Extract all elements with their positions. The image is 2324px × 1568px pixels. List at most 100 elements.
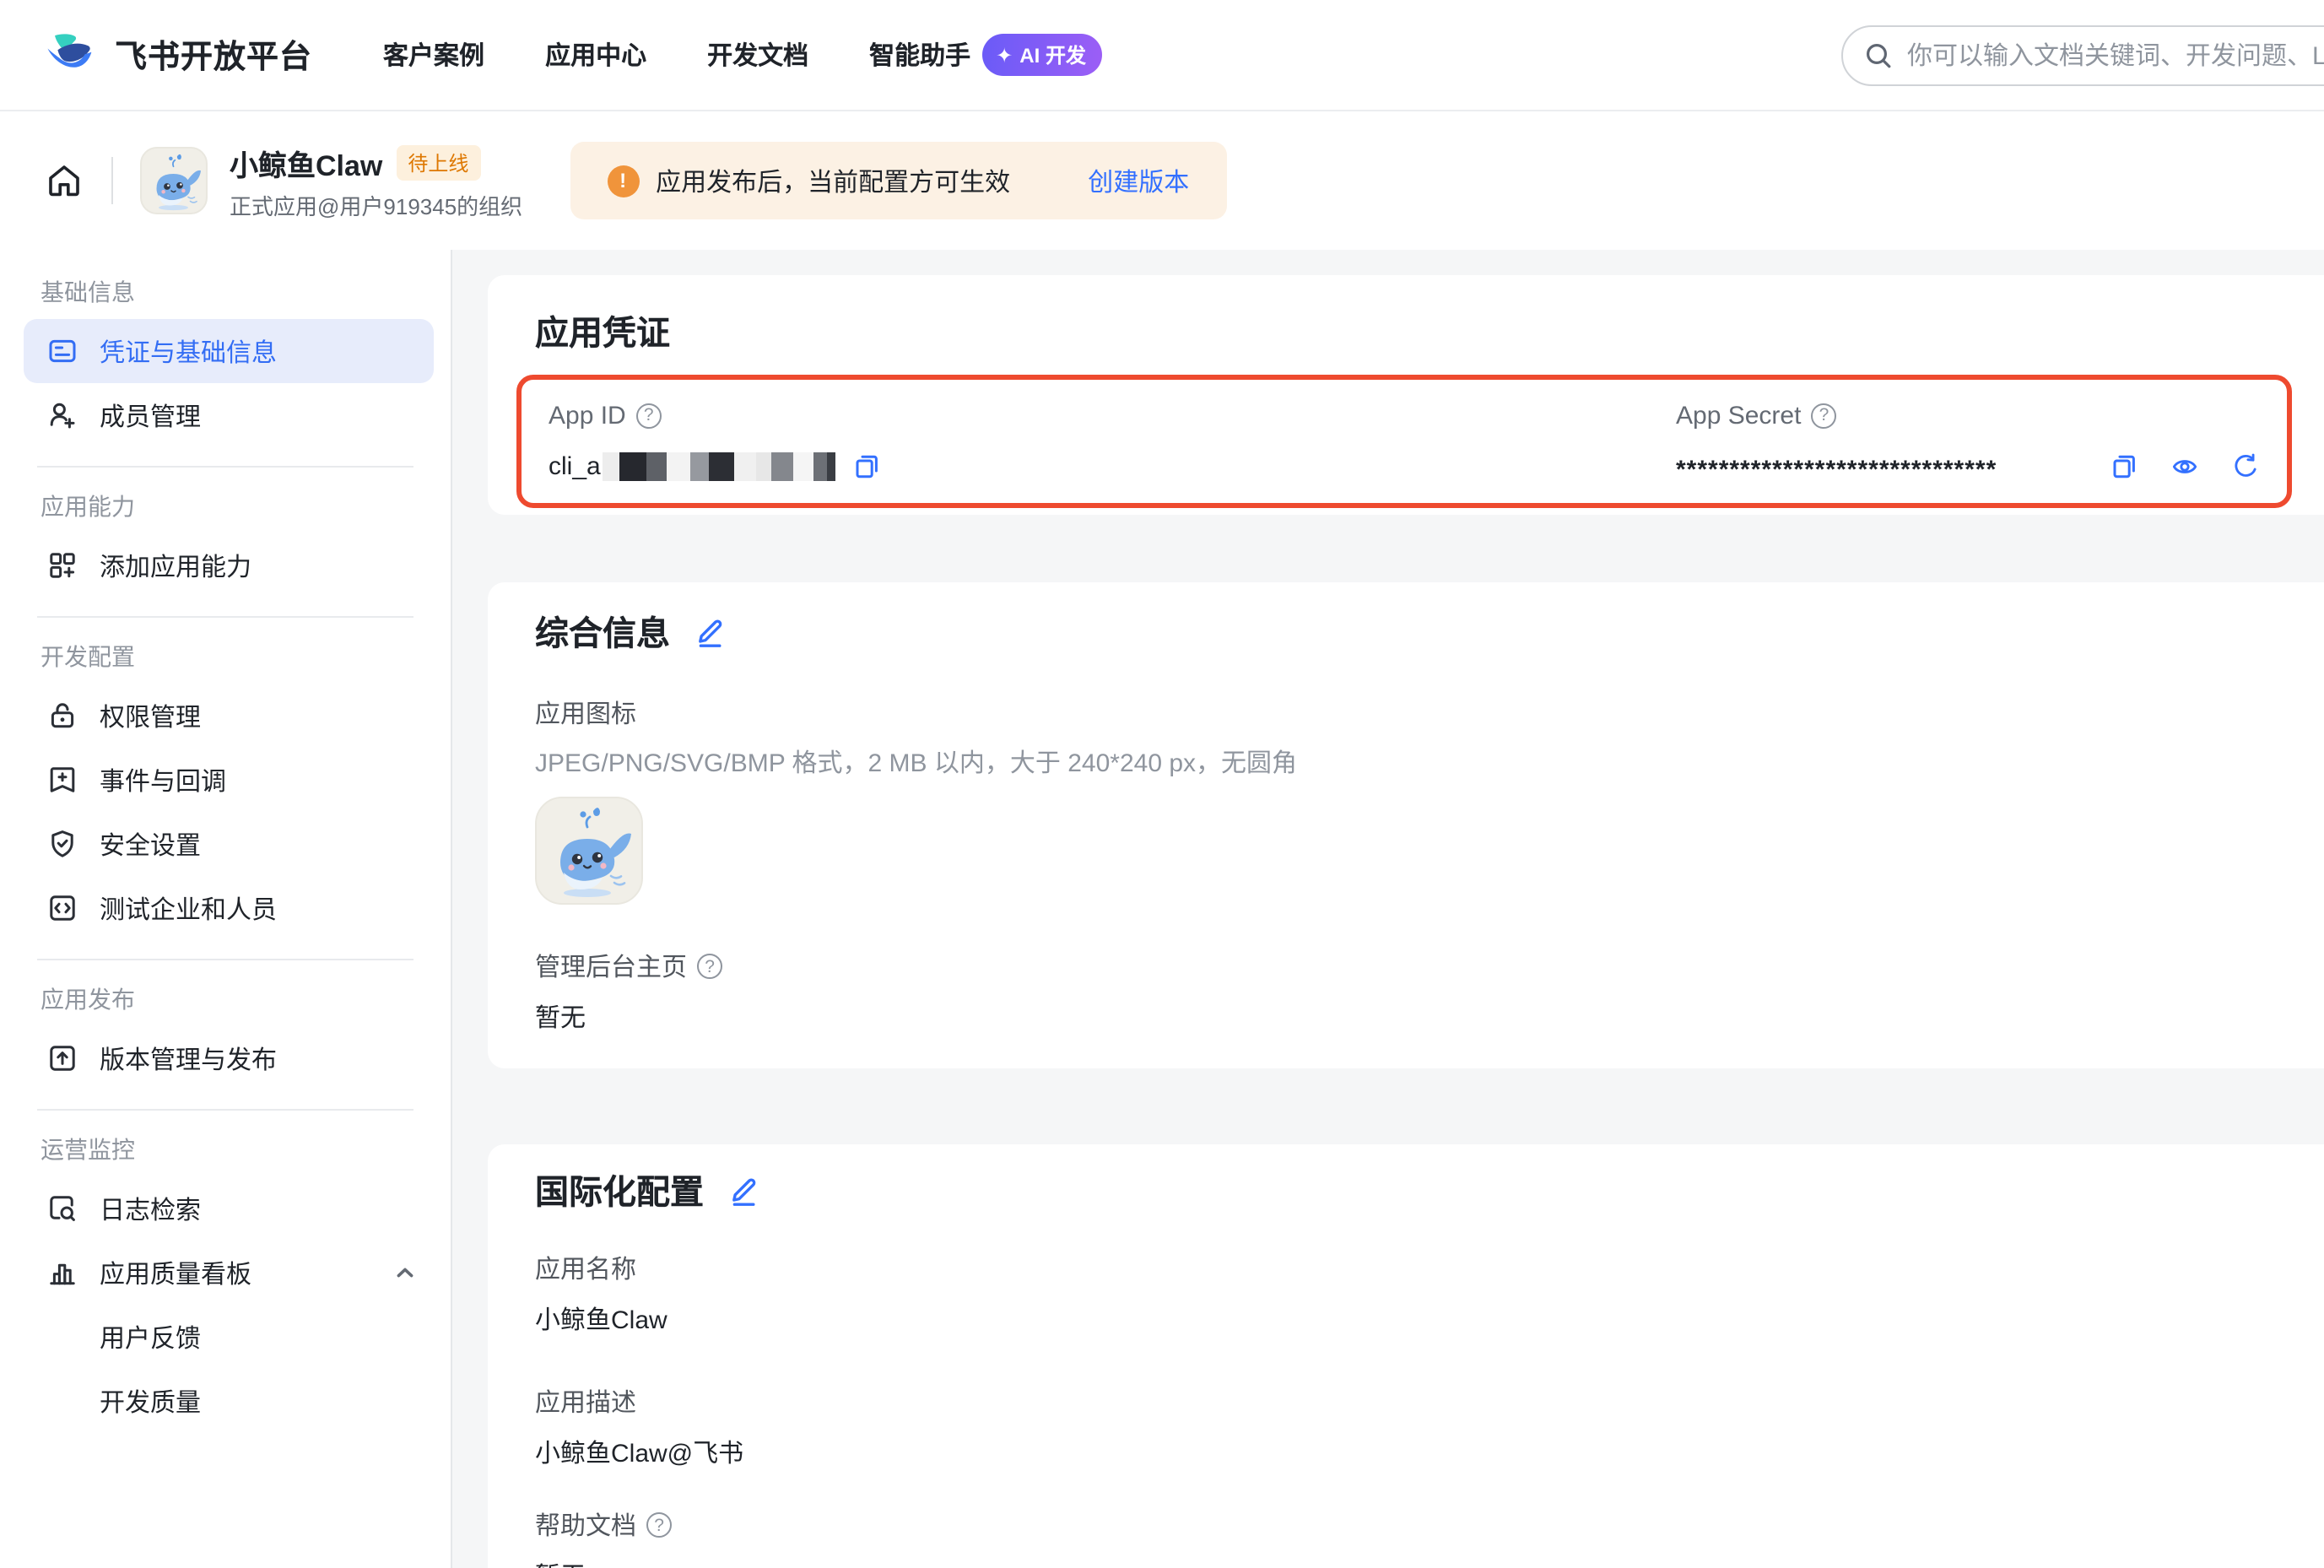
ai-dev-badge[interactable]: AI 开发 [982, 34, 1103, 76]
app-secret-block: App Secret *****************************… [1676, 397, 2260, 486]
sidebar-item-label: 用户反馈 [100, 1324, 202, 1353]
status-badge: 待上线 [396, 144, 481, 180]
credentials-card: 应用凭证 App ID cli_a [488, 275, 2324, 515]
shield-check-icon [51, 830, 73, 857]
help-doc-label: 帮助文档 [535, 1512, 637, 1541]
create-version-link[interactable]: 创建版本 [1088, 163, 1189, 198]
sidebar-section-capabilities: 应用能力 [41, 493, 135, 520]
edit-pencil-icon[interactable] [694, 614, 727, 647]
sidebar: 基础信息 凭证与基础信息 成员管理 应用能力 添加应用能力 开发配置 权限管理 … [0, 250, 452, 1568]
user-add-icon [50, 403, 75, 429]
sidebar-item-add-capability[interactable]: 添加应用能力 [24, 533, 434, 597]
top-navigation: 飞书开放平台 客户案例 应用中心 开发文档 智能助手 AI 开发 [0, 0, 2324, 111]
eye-icon[interactable] [2170, 451, 2199, 480]
sidebar-item-user-feedback[interactable]: 用户反馈 [0, 1305, 451, 1369]
sidebar-item-version-release[interactable]: 版本管理与发布 [24, 1026, 434, 1090]
refresh-icon[interactable] [2231, 451, 2260, 480]
app-secret-label: App Secret [1676, 401, 1802, 430]
copy-icon[interactable] [2110, 451, 2138, 480]
credentials-highlight-box: App ID cli_a [516, 375, 2292, 508]
nav-menu: 客户案例 应用中心 开发文档 智能助手 AI 开发 [383, 34, 1103, 76]
sidebar-item-label: 测试企业和人员 [100, 895, 278, 924]
sidebar-item-permissions[interactable]: 权限管理 [24, 684, 434, 748]
sidebar-item-test-company[interactable]: 测试企业和人员 [24, 876, 434, 940]
admin-home-label: 管理后台主页 [535, 954, 688, 982]
brand[interactable]: 飞书开放平台 [41, 26, 312, 84]
divider [37, 616, 413, 618]
app-desc-label: 应用描述 [535, 1389, 637, 1418]
home-icon[interactable] [44, 160, 84, 201]
main-panel: 应用凭证 App ID cli_a [452, 250, 2324, 1568]
bookmark-plus-icon [50, 767, 75, 792]
sidebar-item-label: 日志检索 [100, 1196, 202, 1225]
app-id-block: App ID cli_a [549, 397, 1676, 486]
code-square-icon [50, 895, 75, 921]
sidebar-item-label: 安全设置 [100, 831, 202, 860]
sidebar-item-quality-dashboard[interactable]: 应用质量看板 [24, 1241, 434, 1305]
app-id-redacted [602, 451, 835, 480]
sidebar-section-dev-config: 开发配置 [41, 643, 135, 670]
app-name: 小鲸鱼Claw [230, 149, 383, 181]
sidebar-item-credentials[interactable]: 凭证与基础信息 [24, 319, 434, 383]
nav-item-cases[interactable]: 客户案例 [383, 37, 484, 73]
sidebar-item-security[interactable]: 安全设置 [24, 812, 434, 876]
id-card-icon [49, 339, 76, 363]
divider [37, 466, 413, 468]
help-circle-icon[interactable] [635, 403, 662, 428]
sidebar-item-label: 版本管理与发布 [100, 1046, 278, 1074]
help-circle-icon[interactable] [697, 954, 723, 979]
admin-home-value: 暂无 [535, 1004, 586, 1033]
app-icon-preview[interactable] [535, 797, 643, 905]
sidebar-item-label: 事件与回调 [100, 767, 227, 796]
nav-item-assistant[interactable]: 智能助手 AI 开发 [869, 34, 1103, 76]
app-name-label: 应用名称 [535, 1256, 637, 1284]
app-avatar[interactable] [140, 147, 208, 214]
sidebar-item-label: 添加应用能力 [100, 553, 252, 581]
credentials-title: 应用凭证 [535, 316, 670, 353]
global-search[interactable] [1841, 25, 2324, 86]
edit-pencil-icon[interactable] [727, 1172, 761, 1206]
app-id-value: cli_a [549, 451, 601, 480]
app-name-value: 小鲸鱼Claw [535, 1306, 667, 1335]
help-circle-icon[interactable] [1811, 403, 1837, 428]
app-meta: 小鲸鱼Claw 待上线 正式应用@用户919345的组织 [230, 141, 522, 220]
sidebar-item-label: 凭证与基础信息 [100, 338, 278, 367]
divider [37, 959, 413, 960]
sidebar-section-release: 应用发布 [41, 986, 135, 1013]
sidebar-item-events[interactable]: 事件与回调 [24, 748, 434, 812]
app-icon-hint: JPEG/PNG/SVG/BMP 格式，2 MB 以内，大于 240*240 p… [535, 749, 1298, 778]
search-input[interactable] [1907, 41, 2324, 70]
divider [111, 157, 113, 204]
help-doc-value: 暂无 [535, 1558, 2300, 1568]
log-search-icon [50, 1196, 75, 1221]
sidebar-item-label: 应用质量看板 [100, 1260, 252, 1289]
divider [37, 1109, 413, 1111]
sidebar-item-label: 开发质量 [100, 1388, 202, 1417]
chevron-up-icon[interactable] [393, 1261, 417, 1284]
app-header-bar: 小鲸鱼Claw 待上线 正式应用@用户919345的组织 应用发布后，当前配置方… [0, 111, 2324, 250]
help-circle-icon[interactable] [646, 1512, 673, 1538]
feishu-logo-icon [47, 33, 92, 67]
nav-item-app-center[interactable]: 应用中心 [545, 37, 646, 73]
app-id-label: App ID [549, 401, 626, 430]
bar-chart-icon [50, 1263, 75, 1285]
app-desc-value: 小鲸鱼Claw@飞书 [535, 1440, 744, 1468]
brand-title: 飞书开放平台 [115, 41, 313, 76]
warning-icon [607, 165, 640, 197]
sidebar-item-label: 权限管理 [100, 703, 202, 732]
copy-icon[interactable] [852, 451, 881, 480]
sidebar-item-log-search[interactable]: 日志检索 [24, 1176, 434, 1241]
content: 基础信息 凭证与基础信息 成员管理 应用能力 添加应用能力 开发配置 权限管理 … [0, 250, 2324, 1568]
sidebar-item-members[interactable]: 成员管理 [24, 383, 434, 447]
app-icon-label: 应用图标 [535, 700, 637, 729]
i18n-config-card: 国际化配置 应用名称 小鲸鱼Claw 应用描述 小鲸鱼Claw@飞书 帮助文档 [488, 1144, 2324, 1568]
general-info-card: 综合信息 应用图标 JPEG/PNG/SVG/BMP 格式，2 MB 以内，大于… [488, 582, 2324, 1068]
lock-icon [51, 703, 74, 728]
nav-item-docs[interactable]: 开发文档 [707, 37, 808, 73]
upload-square-icon [50, 1046, 75, 1071]
publish-warning-banner: 应用发布后，当前配置方可生效 创建版本 [570, 142, 1227, 219]
banner-text: 应用发布后，当前配置方可生效 [656, 168, 1011, 197]
sidebar-item-label: 成员管理 [100, 403, 202, 431]
sidebar-item-dev-quality[interactable]: 开发质量 [0, 1369, 451, 1433]
sidebar-section-basic-info: 基础信息 [41, 278, 135, 305]
